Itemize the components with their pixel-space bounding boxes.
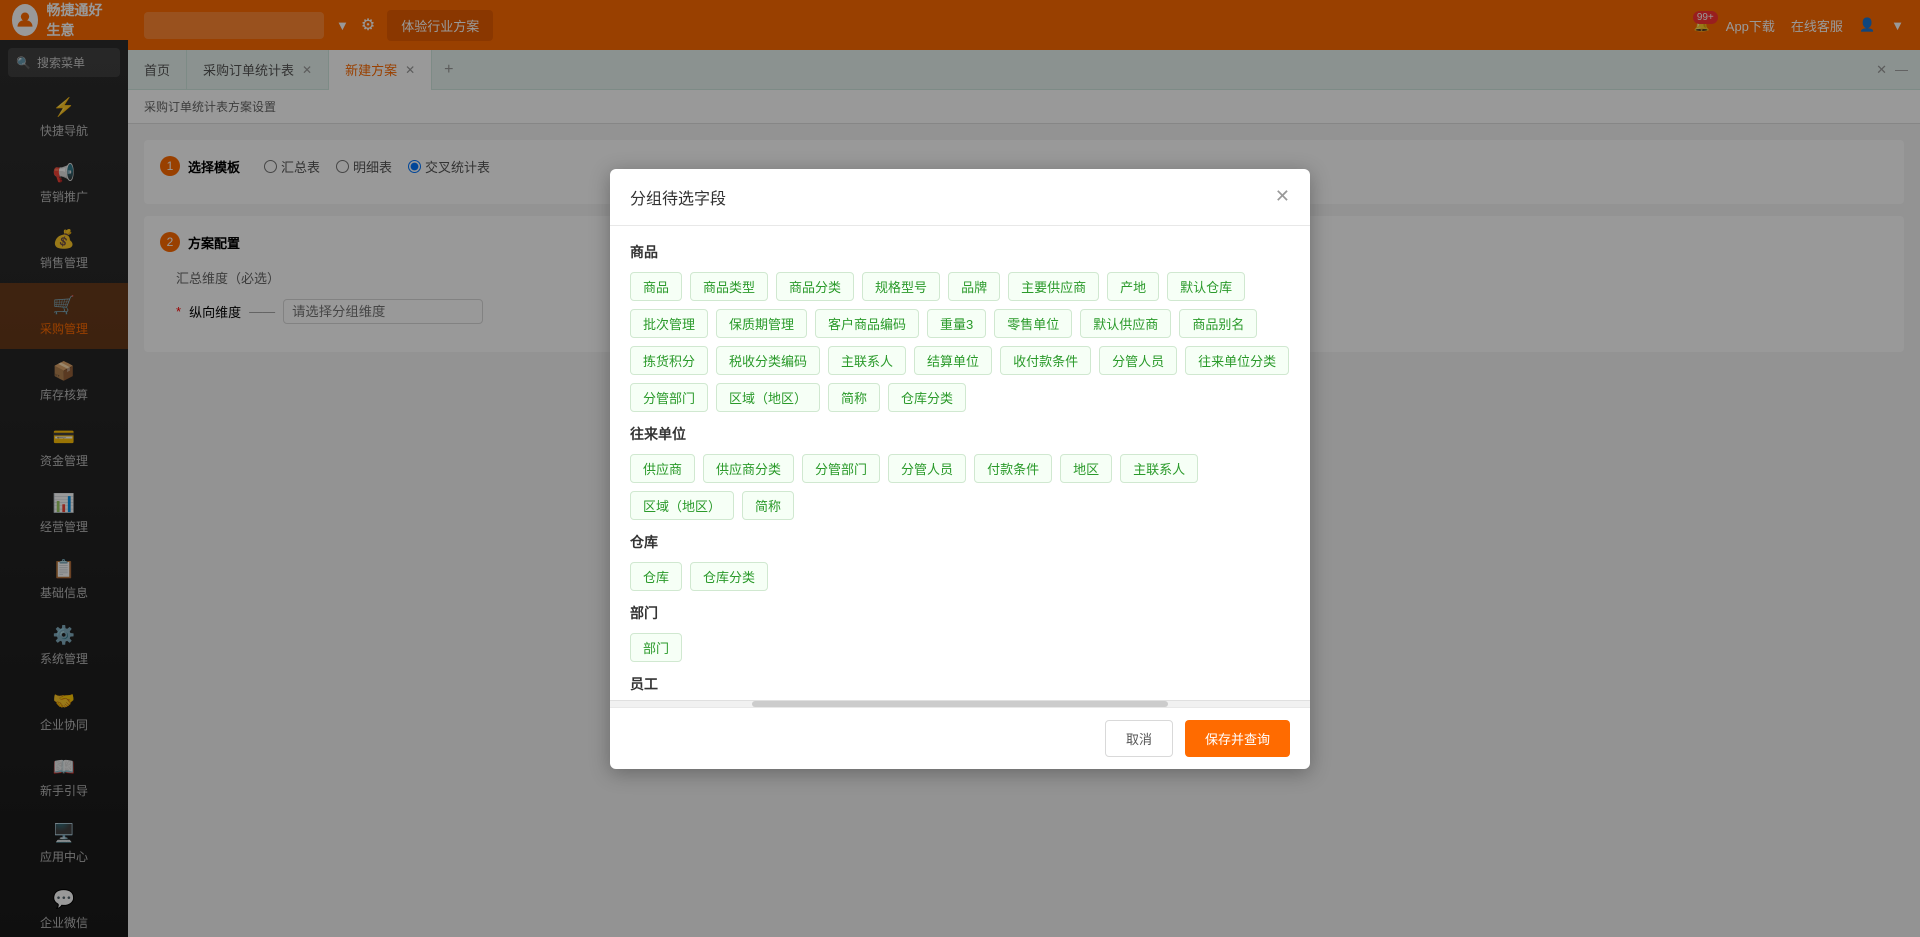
- field-supplier[interactable]: 供应商: [630, 454, 695, 483]
- field-payment-cond[interactable]: 付款条件: [974, 454, 1052, 483]
- field-main-contact2[interactable]: 主联系人: [1120, 454, 1198, 483]
- field-main-supplier[interactable]: 主要供应商: [1008, 272, 1099, 301]
- field-area[interactable]: 地区: [1060, 454, 1112, 483]
- modal-footer: 取消 保存并查询: [610, 707, 1310, 769]
- dept-fields-grid: 部门: [630, 633, 1290, 662]
- field-partner-category[interactable]: 往来单位分类: [1185, 346, 1289, 375]
- field-weight[interactable]: 重量3: [927, 309, 986, 338]
- field-dept[interactable]: 分管部门: [802, 454, 880, 483]
- field-warehouse[interactable]: 仓库: [630, 562, 682, 591]
- modal-header: 分组待选字段 ✕: [610, 169, 1310, 226]
- field-spec-model[interactable]: 规格型号: [862, 272, 940, 301]
- field-short-name2[interactable]: 简称: [742, 491, 794, 520]
- field-default-supplier[interactable]: 默认供应商: [1080, 309, 1171, 338]
- modal-close-button[interactable]: ✕: [1275, 186, 1290, 207]
- confirm-button[interactable]: 保存并查询: [1185, 720, 1290, 757]
- field-customer-code[interactable]: 客户商品编码: [815, 309, 919, 338]
- field-retail-unit[interactable]: 零售单位: [994, 309, 1072, 338]
- field-main-contact[interactable]: 主联系人: [828, 346, 906, 375]
- field-warehouse-category[interactable]: 仓库分类: [888, 383, 966, 412]
- field-goods-alias[interactable]: 商品别名: [1179, 309, 1257, 338]
- field-brand[interactable]: 品牌: [948, 272, 1000, 301]
- field-supervisor-dept[interactable]: 分管部门: [630, 383, 708, 412]
- field-batch-manage[interactable]: 批次管理: [630, 309, 708, 338]
- field-department[interactable]: 部门: [630, 633, 682, 662]
- section-title-warehouse: 仓库: [630, 532, 1290, 552]
- field-warehouse-cat[interactable]: 仓库分类: [690, 562, 768, 591]
- field-goods-category[interactable]: 商品分类: [776, 272, 854, 301]
- modal-horizontal-scrollbar[interactable]: [610, 700, 1310, 707]
- partner-fields-grid: 供应商 供应商分类 分管部门 分管人员 付款条件 地区 主联系人 区域（地区） …: [630, 454, 1290, 520]
- section-title-employee: 员工: [630, 674, 1290, 694]
- field-origin[interactable]: 产地: [1107, 272, 1159, 301]
- field-selection-modal: 分组待选字段 ✕ 商品 商品 商品类型 商品分类 规格型号 品牌 主要供应商 产…: [610, 169, 1310, 769]
- modal-title: 分组待选字段: [630, 185, 726, 209]
- field-short-name[interactable]: 简称: [828, 383, 880, 412]
- field-payment-terms[interactable]: 收付款条件: [1000, 346, 1091, 375]
- field-pick-score[interactable]: 拣货积分: [630, 346, 708, 375]
- cancel-button[interactable]: 取消: [1105, 720, 1173, 757]
- field-region2[interactable]: 区域（地区）: [630, 491, 734, 520]
- section-title-goods: 商品: [630, 242, 1290, 262]
- section-title-partner: 往来单位: [630, 424, 1290, 444]
- field-settlement-unit[interactable]: 结算单位: [914, 346, 992, 375]
- field-goods[interactable]: 商品: [630, 272, 682, 301]
- modal-overlay: 分组待选字段 ✕ 商品 商品 商品类型 商品分类 规格型号 品牌 主要供应商 产…: [0, 0, 1920, 937]
- field-goods-type[interactable]: 商品类型: [690, 272, 768, 301]
- modal-body[interactable]: 商品 商品 商品类型 商品分类 规格型号 品牌 主要供应商 产地 默认仓库 批次…: [610, 226, 1310, 700]
- field-supplier-category[interactable]: 供应商分类: [703, 454, 794, 483]
- field-region[interactable]: 区域（地区）: [716, 383, 820, 412]
- goods-fields-grid: 商品 商品类型 商品分类 规格型号 品牌 主要供应商 产地 默认仓库 批次管理 …: [630, 272, 1290, 412]
- field-shelf-life[interactable]: 保质期管理: [716, 309, 807, 338]
- field-person-in-charge[interactable]: 分管人员: [888, 454, 966, 483]
- field-supervisor[interactable]: 分管人员: [1099, 346, 1177, 375]
- field-tax-code[interactable]: 税收分类编码: [716, 346, 820, 375]
- field-default-warehouse[interactable]: 默认仓库: [1167, 272, 1245, 301]
- warehouse-fields-grid: 仓库 仓库分类: [630, 562, 1290, 591]
- section-title-dept: 部门: [630, 603, 1290, 623]
